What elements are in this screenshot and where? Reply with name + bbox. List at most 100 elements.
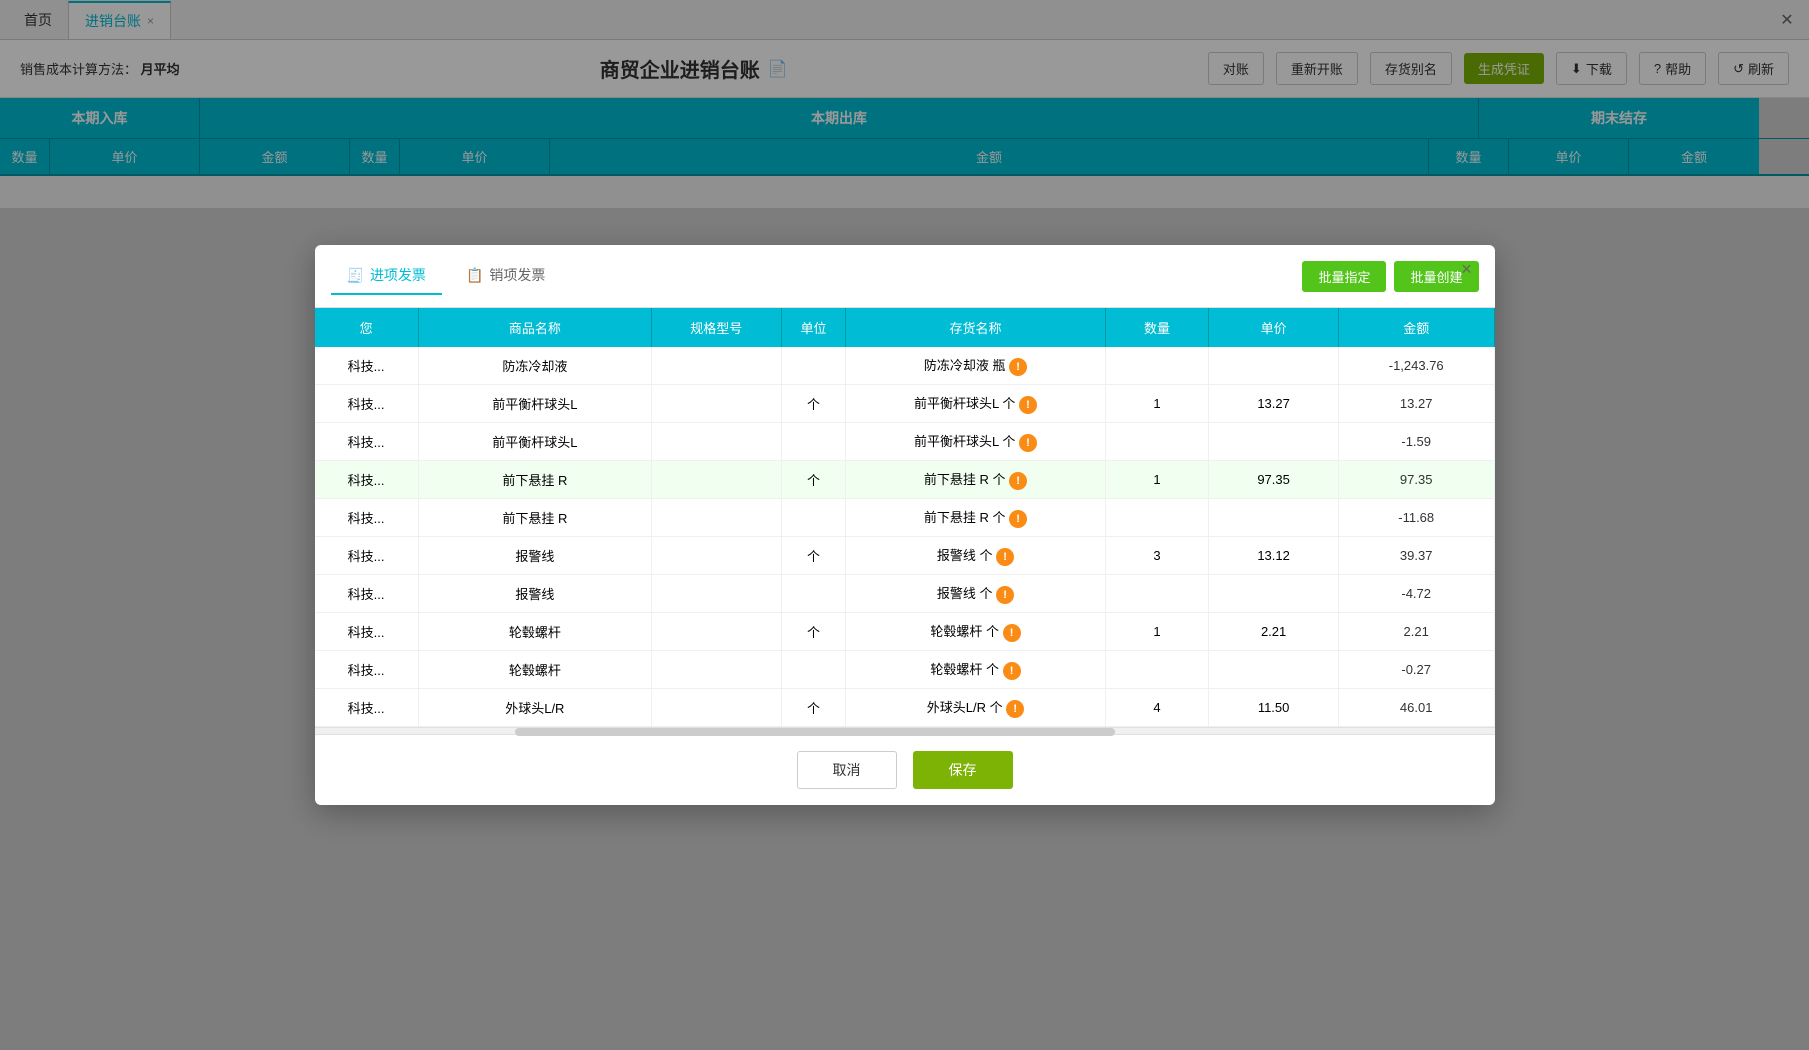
cell-supplier: 科技... (315, 385, 419, 423)
cell-inventory: 前平衡杆球头L 个 ! (846, 385, 1105, 423)
cell-qty (1105, 347, 1209, 385)
th-amount: 金额 (1338, 308, 1494, 347)
cell-supplier: 科技... (315, 575, 419, 613)
modal-footer: 取消 保存 (315, 734, 1495, 805)
cancel-button[interactable]: 取消 (797, 751, 897, 789)
cell-supplier: 科技... (315, 499, 419, 537)
th-spec: 规格型号 (651, 308, 781, 347)
table-row: 科技... 前下悬挂 R 前下悬挂 R 个 ! -11.68 (315, 499, 1495, 537)
cell-inventory: 轮毂螺杆 个 ! (846, 651, 1105, 689)
warning-icon[interactable]: ! (1003, 624, 1021, 642)
warning-icon[interactable]: ! (1019, 434, 1037, 452)
cell-supplier: 科技... (315, 651, 419, 689)
th-inventory-name: 存货名称 (846, 308, 1105, 347)
cell-unit-price: 13.12 (1209, 537, 1339, 575)
cell-qty (1105, 423, 1209, 461)
cell-product-name: 报警线 (418, 575, 651, 613)
th-supplier: 您 (315, 308, 419, 347)
cell-qty: 3 (1105, 537, 1209, 575)
table-row: 科技... 前平衡杆球头L 前平衡杆球头L 个 ! -1.59 (315, 423, 1495, 461)
modal-overlay: 🧾 进项发票 📋 销项发票 批量指定 批量创建 × (0, 0, 1809, 1050)
cell-unit (781, 651, 846, 689)
cell-product-name: 外球头L/R (418, 689, 651, 727)
cell-unit: 个 (781, 461, 846, 499)
cell-supplier: 科技... (315, 423, 419, 461)
modal-horizontal-scrollbar[interactable] (315, 727, 1495, 734)
cell-product-name: 报警线 (418, 537, 651, 575)
modal-actions: 批量指定 批量创建 (1302, 261, 1478, 292)
cell-inventory: 防冻冷却液 瓶 ! (846, 347, 1105, 385)
batch-assign-button[interactable]: 批量指定 (1302, 261, 1386, 292)
cell-amount: 2.21 (1338, 613, 1494, 651)
cell-unit-price: 97.35 (1209, 461, 1339, 499)
table-row: 科技... 报警线 个 报警线 个 ! 3 13.12 39.37 (315, 537, 1495, 575)
cell-qty: 1 (1105, 385, 1209, 423)
cell-supplier: 科技... (315, 537, 419, 575)
cell-unit (781, 575, 846, 613)
cell-inventory: 前平衡杆球头L 个 ! (846, 423, 1105, 461)
cell-unit-price (1209, 499, 1339, 537)
cell-product-name: 轮毂螺杆 (418, 613, 651, 651)
warning-icon[interactable]: ! (1009, 472, 1027, 490)
cell-amount: -1.59 (1338, 423, 1494, 461)
cell-unit (781, 347, 846, 385)
warning-icon[interactable]: ! (1019, 396, 1037, 414)
cell-amount: -11.68 (1338, 499, 1494, 537)
modal-close-button[interactable]: × (1455, 257, 1479, 281)
cell-spec (651, 461, 781, 499)
cell-inventory: 轮毂螺杆 个 ! (846, 613, 1105, 651)
save-button[interactable]: 保存 (913, 751, 1013, 789)
cell-qty (1105, 575, 1209, 613)
warning-icon[interactable]: ! (1009, 358, 1027, 376)
cell-unit-price: 11.50 (1209, 689, 1339, 727)
tab-purchase-invoice[interactable]: 🧾 进项发票 (331, 257, 442, 295)
page-container: 首页 进销台账 × ✕ 销售成本计算方法： 月平均 商贸企业进销台账 📄 对账 … (0, 0, 1809, 1050)
cell-amount: -0.27 (1338, 651, 1494, 689)
cell-spec (651, 347, 781, 385)
cell-unit-price (1209, 651, 1339, 689)
cell-unit (781, 423, 846, 461)
cell-spec (651, 575, 781, 613)
cell-unit-price: 13.27 (1209, 385, 1339, 423)
table-row: 科技... 前下悬挂 R 个 前下悬挂 R 个 ! 1 97.35 97.35 (315, 461, 1495, 499)
cell-amount: -4.72 (1338, 575, 1494, 613)
cell-spec (651, 689, 781, 727)
cell-amount: 97.35 (1338, 461, 1494, 499)
cell-spec (651, 537, 781, 575)
tab-sales-invoice[interactable]: 📋 销项发票 (450, 257, 561, 295)
table-row: 科技... 前平衡杆球头L 个 前平衡杆球头L 个 ! 1 13.27 13.2… (315, 385, 1495, 423)
th-unit-price: 单价 (1209, 308, 1339, 347)
cell-spec (651, 499, 781, 537)
cell-product-name: 轮毂螺杆 (418, 651, 651, 689)
cell-product-name: 前下悬挂 R (418, 461, 651, 499)
purchase-invoice-icon: 🧾 (347, 267, 364, 284)
cell-qty: 4 (1105, 689, 1209, 727)
table-row: 科技... 轮毂螺杆 轮毂螺杆 个 ! -0.27 (315, 651, 1495, 689)
table-row: 科技... 外球头L/R 个 外球头L/R 个 ! 4 11.50 46.01 (315, 689, 1495, 727)
warning-icon[interactable]: ! (996, 548, 1014, 566)
modal-table: 您 商品名称 规格型号 单位 存货名称 数量 单价 金额 科技... (315, 308, 1495, 727)
cell-unit-price (1209, 347, 1339, 385)
cell-unit: 个 (781, 613, 846, 651)
cell-supplier: 科技... (315, 689, 419, 727)
cell-inventory: 前下悬挂 R 个 ! (846, 499, 1105, 537)
cell-inventory: 前下悬挂 R 个 ! (846, 461, 1105, 499)
warning-icon[interactable]: ! (1009, 510, 1027, 528)
tab-purchase-label: 进项发票 (370, 265, 426, 285)
table-row: 科技... 防冻冷却液 防冻冷却液 瓶 ! -1,243.76 (315, 347, 1495, 385)
cell-supplier: 科技... (315, 461, 419, 499)
cell-qty (1105, 651, 1209, 689)
cell-unit: 个 (781, 537, 846, 575)
cell-unit-price (1209, 575, 1339, 613)
scrollbar-thumb[interactable] (515, 728, 1115, 736)
warning-icon[interactable]: ! (1003, 662, 1021, 680)
warning-icon[interactable]: ! (996, 586, 1014, 604)
cell-qty: 1 (1105, 613, 1209, 651)
cell-amount: 13.27 (1338, 385, 1494, 423)
cell-amount: 39.37 (1338, 537, 1494, 575)
warning-icon[interactable]: ! (1006, 700, 1024, 718)
table-row: 科技... 报警线 报警线 个 ! -4.72 (315, 575, 1495, 613)
modal-header: 🧾 进项发票 📋 销项发票 批量指定 批量创建 × (315, 245, 1495, 308)
cell-product-name: 防冻冷却液 (418, 347, 651, 385)
cell-spec (651, 651, 781, 689)
